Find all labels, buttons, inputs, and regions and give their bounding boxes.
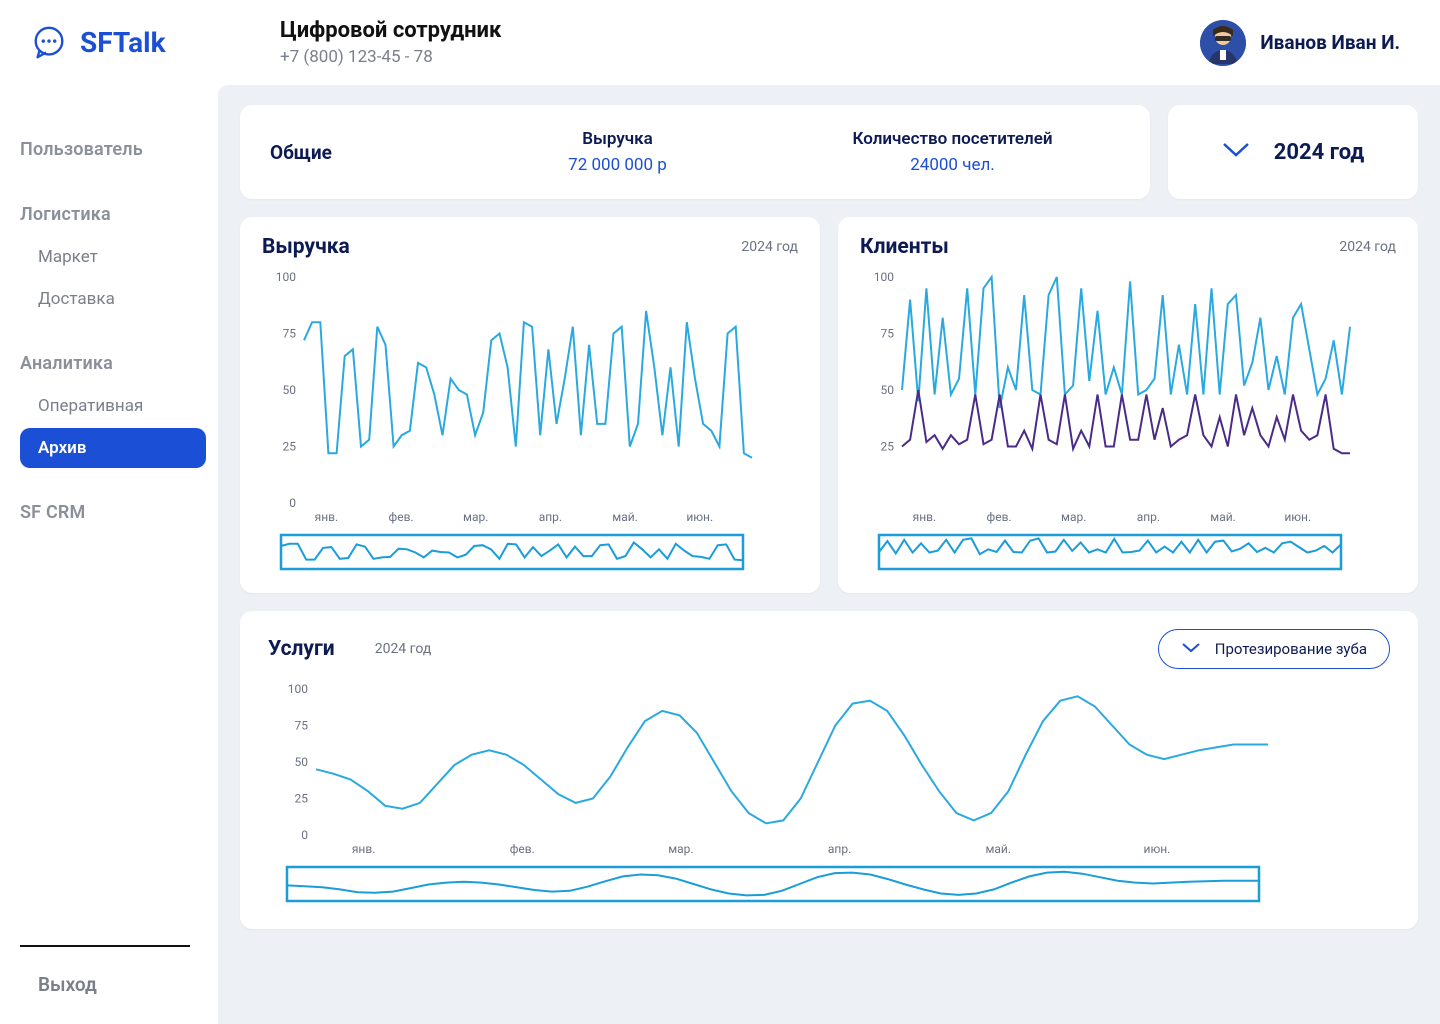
chart-revenue: Выручка 2024 год 0 25 50 75 100 янв. фев. мар. а… <box>240 217 820 593</box>
chart-clients-mini[interactable] <box>860 531 1360 573</box>
svg-text:май.: май. <box>612 510 638 524</box>
sidebar-item-delivery[interactable]: Доставка <box>20 279 206 319</box>
sidebar-item-archive[interactable]: Архив <box>20 428 206 468</box>
svg-text:апр.: апр. <box>828 842 851 856</box>
chart-clients-title: Клиенты <box>860 235 949 259</box>
summary-visitors-value: 24000 чел. <box>785 155 1120 175</box>
chat-icon <box>30 24 68 62</box>
svg-text:янв.: янв. <box>315 510 339 524</box>
user-menu[interactable]: Иванов Иван И. <box>1200 20 1400 66</box>
svg-text:июн.: июн. <box>686 510 713 524</box>
svg-text:мар.: мар. <box>463 510 488 524</box>
sidebar: Пользователь Логистика Маркет Доставка А… <box>0 85 218 1024</box>
header: SFTalk Цифровой сотрудник +7 (800) 123-4… <box>0 0 1440 85</box>
svg-text:май.: май. <box>986 842 1012 856</box>
chart-clients-svg: 25 50 75 100 янв. фев. мар. апр. май. июн. <box>860 267 1360 527</box>
svg-text:25: 25 <box>283 440 297 454</box>
main-content: Общие Выручка 72 000 000 р Количество по… <box>218 85 1440 1024</box>
svg-text:75: 75 <box>881 327 895 341</box>
svg-text:100: 100 <box>288 682 308 696</box>
chevron-down-icon <box>1222 142 1250 162</box>
svg-text:25: 25 <box>295 792 309 806</box>
header-info: Цифровой сотрудник +7 (800) 123-45 - 78 <box>280 18 1200 67</box>
svg-text:50: 50 <box>295 755 309 769</box>
page-title: Цифровой сотрудник <box>280 18 1200 43</box>
svg-text:фев.: фев. <box>510 842 535 856</box>
chart-clients-year: 2024 год <box>1339 239 1396 255</box>
year-text: 2024 год <box>1274 140 1365 165</box>
sidebar-heading-analytics[interactable]: Аналитика <box>20 349 206 378</box>
chart-services-title: Услуги <box>268 637 335 661</box>
svg-text:фев.: фев. <box>389 510 414 524</box>
svg-text:75: 75 <box>295 719 309 733</box>
svg-text:50: 50 <box>881 383 895 397</box>
svg-text:янв.: янв. <box>352 842 376 856</box>
summary-revenue-value: 72 000 000 р <box>450 155 785 175</box>
logo-text: SFTalk <box>80 26 166 59</box>
logo[interactable]: SFTalk <box>30 24 220 62</box>
summary-visitors: Количество посетителей 24000 чел. <box>785 129 1120 175</box>
year-selector[interactable]: 2024 год <box>1168 105 1418 199</box>
avatar <box>1200 20 1246 66</box>
user-name: Иванов Иван И. <box>1260 31 1400 54</box>
svg-text:0: 0 <box>301 828 308 842</box>
chart-revenue-year: 2024 год <box>741 239 798 255</box>
svg-text:янв.: янв. <box>913 510 937 524</box>
svg-text:50: 50 <box>283 383 297 397</box>
chevron-down-icon <box>1181 640 1201 658</box>
summary-revenue: Выручка 72 000 000 р <box>450 129 785 175</box>
svg-text:апр.: апр. <box>539 510 562 524</box>
svg-text:мар.: мар. <box>668 842 693 856</box>
summary-card: Общие Выручка 72 000 000 р Количество по… <box>240 105 1150 199</box>
svg-text:фев.: фев. <box>987 510 1012 524</box>
sidebar-heading-crm[interactable]: SF CRM <box>20 498 206 527</box>
chart-revenue-svg: 0 25 50 75 100 янв. фев. мар. апр. май. июн. <box>262 267 762 527</box>
chart-services-year: 2024 год <box>375 641 432 657</box>
summary-label: Общие <box>270 141 450 164</box>
sidebar-heading-logistics[interactable]: Логистика <box>20 200 206 229</box>
svg-text:апр.: апр. <box>1137 510 1160 524</box>
svg-text:0: 0 <box>289 496 296 510</box>
svg-text:май.: май. <box>1210 510 1236 524</box>
svg-text:100: 100 <box>276 270 296 284</box>
sidebar-divider <box>20 945 190 947</box>
svg-text:100: 100 <box>874 270 894 284</box>
sidebar-item-market[interactable]: Маркет <box>20 237 206 277</box>
summary-revenue-title: Выручка <box>450 129 785 149</box>
chart-clients: Клиенты 2024 год 25 50 75 100 янв. фев. мар. ап… <box>838 217 1418 593</box>
logout-button[interactable]: Выход <box>20 965 206 1004</box>
svg-text:25: 25 <box>881 440 895 454</box>
summary-visitors-title: Количество посетителей <box>785 129 1120 149</box>
sidebar-item-operative[interactable]: Оперативная <box>20 386 206 426</box>
header-phone: +7 (800) 123-45 - 78 <box>280 47 1200 67</box>
services-select[interactable]: Протезирование зуба <box>1158 629 1390 669</box>
svg-text:июн.: июн. <box>1284 510 1311 524</box>
sidebar-heading-user[interactable]: Пользователь <box>20 135 206 164</box>
chart-revenue-mini[interactable] <box>262 531 762 573</box>
chart-services: Услуги 2024 год Протезирование зуба 0 25 5… <box>240 611 1418 929</box>
svg-text:мар.: мар. <box>1061 510 1086 524</box>
svg-text:75: 75 <box>283 327 297 341</box>
chart-services-mini[interactable] <box>268 863 1278 905</box>
chart-revenue-title: Выручка <box>262 235 350 259</box>
svg-text:июн.: июн. <box>1144 842 1171 856</box>
services-select-label: Протезирование зуба <box>1215 640 1367 658</box>
chart-services-svg: 0 25 50 75 100 янв. фев. мар. апр. май. июн. <box>268 679 1278 859</box>
